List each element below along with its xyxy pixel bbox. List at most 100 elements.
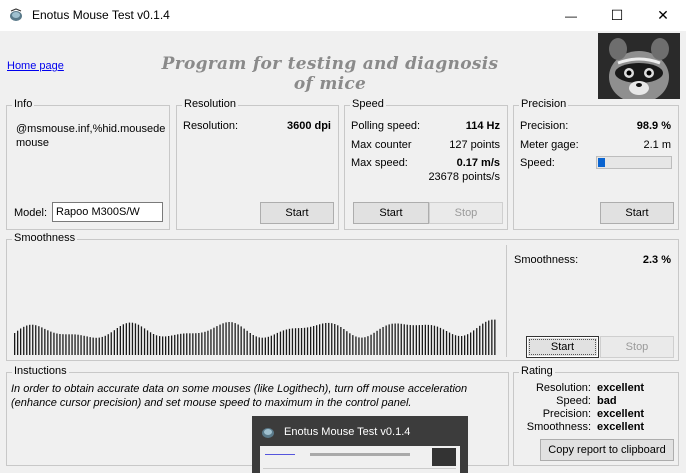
resolution-value: 3600 dpi	[286, 120, 331, 132]
smoothness-bar	[319, 324, 321, 355]
smoothness-bar	[370, 334, 372, 355]
smoothness-bar	[104, 335, 106, 355]
smoothness-bar	[494, 319, 496, 355]
smoothness-bar	[249, 333, 251, 355]
smoothness-graph	[14, 319, 496, 355]
smoothness-bar	[65, 334, 67, 355]
smoothness-bar	[445, 331, 448, 355]
taskbar-preview-popup[interactable]: Enotus Mouse Test v0.1.4	[252, 416, 468, 473]
program-title: Program for testing and diagnosis of mic…	[161, 54, 499, 94]
smoothness-bar	[255, 336, 257, 355]
smoothness-bar	[152, 334, 155, 355]
thumb-divider	[263, 468, 456, 469]
smoothness-bar	[316, 325, 318, 355]
smoothness-bar	[388, 324, 390, 355]
smoothness-group-label: Smoothness	[12, 232, 78, 244]
smoothness-bar	[282, 330, 285, 355]
smoothness-bar	[131, 322, 134, 355]
smoothness-bar	[376, 330, 378, 355]
resolution-start-label: Start	[285, 207, 309, 219]
smoothness-bar	[198, 333, 200, 355]
smoothness-bar	[400, 323, 402, 355]
rating-label-resolution: Resolution:	[535, 382, 591, 394]
smoothness-bar	[165, 336, 167, 355]
resolution-group-label: Resolution	[182, 98, 238, 110]
model-field[interactable]	[52, 202, 163, 222]
smoothness-bar	[180, 333, 182, 355]
speed-group: Speed Polling speed: 114 Hz Max counter …	[344, 98, 508, 230]
home-page-link[interactable]: Home page	[7, 60, 64, 72]
speed-group-label: Speed	[350, 98, 386, 110]
minimize-icon: —	[565, 8, 577, 23]
smoothness-bar	[442, 329, 445, 355]
close-button[interactable]: ✕	[640, 0, 686, 31]
speed-start-button[interactable]: Start	[353, 202, 429, 224]
smoothness-bar	[488, 320, 490, 355]
smoothness-bar	[361, 337, 363, 355]
speed-start-label: Start	[379, 207, 403, 219]
smoothness-bar	[201, 332, 203, 355]
smoothness-bar	[171, 335, 173, 355]
smoothness-bar	[59, 334, 61, 355]
smoothness-bar	[83, 335, 85, 355]
speed-stop-button[interactable]: Stop	[429, 202, 503, 224]
smoothness-bar	[415, 325, 417, 355]
rating-value-resolution: excellent	[597, 382, 645, 394]
info-group: Info @msmouse.inf,%hid.mousede mouse Mod…	[6, 98, 170, 230]
smoothness-bar	[403, 324, 405, 355]
title-bar[interactable]: Enotus Mouse Test v0.1.4 — ☐ ✕	[0, 0, 686, 31]
instructions-group-label: Instuctions	[12, 365, 69, 377]
smoothness-bar	[331, 323, 333, 355]
smoothness-stop-label: Stop	[625, 341, 649, 353]
smoothness-bar	[337, 325, 339, 355]
smoothness-bar	[258, 337, 260, 355]
copy-report-button[interactable]: Copy report to clipboard	[540, 439, 674, 461]
max-counter-value: 127 points	[449, 139, 500, 151]
smoothness-bar	[288, 328, 291, 355]
precision-start-button[interactable]: Start	[600, 202, 674, 224]
smoothness-bar	[349, 333, 351, 355]
smoothness-bar	[379, 328, 381, 355]
smoothness-bar	[334, 324, 336, 355]
smoothness-bar	[192, 333, 194, 355]
smoothness-bar	[168, 336, 170, 355]
rating-label-smoothness: Smoothness:	[526, 421, 591, 433]
resolution-start-button[interactable]: Start	[260, 202, 334, 224]
smoothness-start-button[interactable]: Start	[526, 336, 599, 358]
close-icon: ✕	[657, 7, 669, 23]
smoothness-bar	[41, 327, 43, 355]
smoothness-bar	[252, 335, 254, 355]
smoothness-bar	[279, 331, 282, 355]
smoothness-bar	[436, 326, 439, 355]
smoothness-bar	[373, 332, 375, 355]
smoothness-bar	[71, 334, 73, 355]
resolution-group: Resolution Resolution: 3600 dpi Start	[176, 98, 339, 230]
smoothness-stop-button[interactable]: Stop	[600, 336, 674, 358]
rating-value-speed: bad	[597, 395, 617, 407]
info-group-label: Info	[12, 98, 35, 110]
smoothness-bar	[346, 331, 348, 355]
smoothness-bar	[276, 332, 278, 355]
smoothness-bar	[352, 335, 354, 355]
smoothness-bar	[467, 334, 469, 355]
smoothness-bar	[128, 322, 131, 355]
smoothness-bar	[240, 326, 242, 355]
thumb-link-line	[265, 454, 295, 455]
smoothness-bar	[313, 326, 315, 355]
smoothness-bar	[294, 328, 297, 355]
meter-gage-label: Meter gage:	[520, 139, 579, 151]
maximize-button[interactable]: ☐	[594, 0, 640, 31]
smoothness-bar	[207, 330, 209, 355]
smoothness-bar	[162, 336, 164, 355]
smoothness-bar	[222, 323, 224, 355]
smoothness-bar	[50, 331, 52, 355]
smoothness-bar	[385, 325, 387, 355]
max-speed-label: Max speed:	[351, 157, 408, 169]
smoothness-bar	[382, 327, 384, 355]
smoothness-bar	[454, 335, 457, 355]
popup-title: Enotus Mouse Test v0.1.4	[284, 426, 411, 438]
instructions-text: In order to obtain accurate data on some…	[11, 383, 468, 409]
minimize-button[interactable]: —	[548, 0, 594, 31]
rating-value-precision: excellent	[597, 408, 645, 420]
smoothness-bar	[461, 336, 463, 355]
